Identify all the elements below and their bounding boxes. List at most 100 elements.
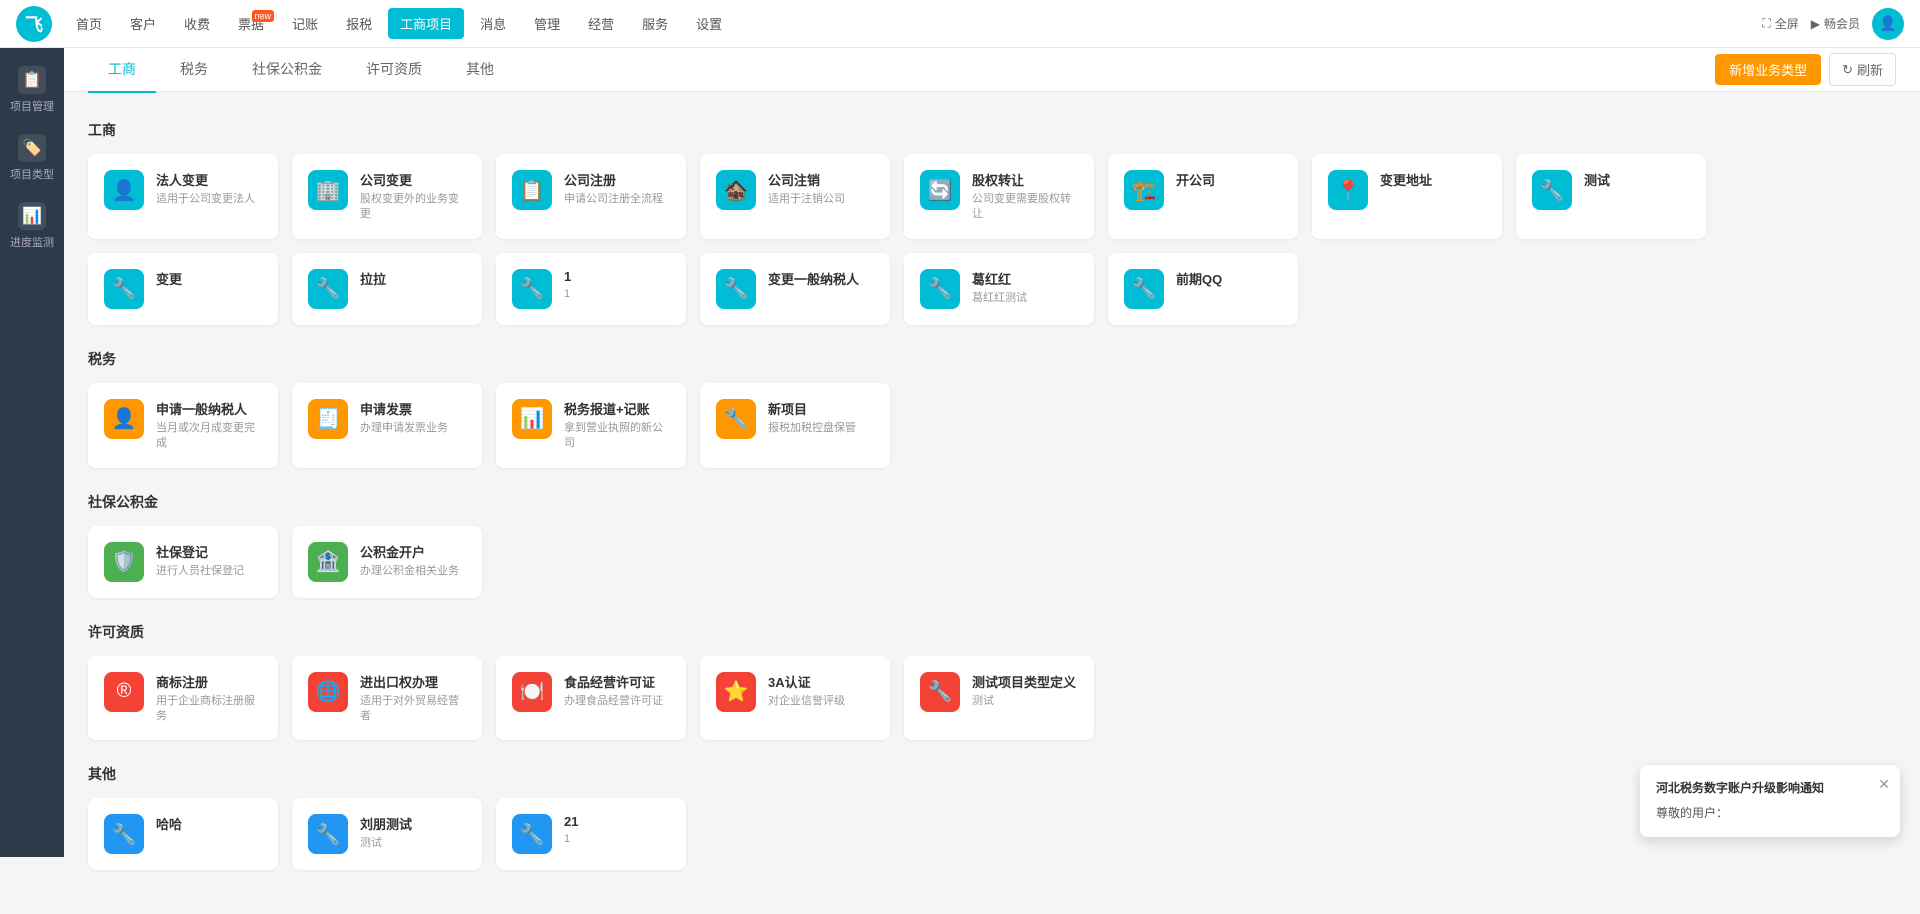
sidebar-item-progress-monitor[interactable]: 📊 进度监测 — [0, 192, 64, 260]
company-reg-icon: 📋 — [512, 170, 552, 210]
card-3a-cert[interactable]: ⭐ 3A认证 对企业信誉评级 — [700, 656, 890, 741]
card-change[interactable]: 🔧 变更 — [88, 253, 278, 325]
test-type-icon: 🔧 — [920, 672, 960, 712]
liupeng-test-icon: 🔧 — [308, 814, 348, 854]
refresh-button[interactable]: ↻ 刷新 — [1829, 53, 1896, 86]
nav-item-services[interactable]: 服务 — [630, 8, 680, 39]
sidebar: 📋 项目管理 🏷️ 项目类型 📊 进度监测 — [0, 48, 64, 857]
section-title-other: 其他 — [88, 764, 1896, 784]
project-mgmt-icon: 📋 — [18, 66, 46, 94]
card-change-address[interactable]: 📍 变更地址 — [1312, 154, 1502, 239]
card-social-ins[interactable]: 🛡️ 社保登记 进行人员社保登记 — [88, 526, 278, 598]
nav-items: 首页 客户 收费 票据 new 记账 报税 工商项目 消息 管理 经营 服务 设… — [64, 8, 1762, 39]
nav-item-clients[interactable]: 客户 — [118, 8, 168, 39]
nav-item-tax[interactable]: 报税 — [334, 8, 384, 39]
tab-actions: 新增业务类型 ↻ 刷新 — [1715, 53, 1896, 86]
notification-popup: ✕ 河北税务数字账户升级影响通知 尊敬的用户： — [1640, 765, 1900, 837]
food-license-icon: 🍽️ — [512, 672, 552, 712]
card-test-type[interactable]: 🔧 测试项目类型定义 测试 — [904, 656, 1094, 741]
card-haha[interactable]: 🔧 哈哈 — [88, 798, 278, 870]
3a-cert-icon: ⭐ — [716, 672, 756, 712]
tab-xuke[interactable]: 许可资质 — [346, 47, 442, 93]
social-ins-icon: 🛡️ — [104, 542, 144, 582]
nav-item-home[interactable]: 首页 — [64, 8, 114, 39]
nav-item-settings[interactable]: 设置 — [684, 8, 734, 39]
haha-icon: 🔧 — [104, 814, 144, 854]
card-import-export[interactable]: 🌐 进出口权办理 适用于对外贸易经营者 — [292, 656, 482, 741]
new-badge: new — [252, 10, 275, 22]
company-change-icon: 🏢 — [308, 170, 348, 210]
top-nav: 飞 首页 客户 收费 票据 new 记账 报税 工商项目 消息 管理 经营 服务… — [0, 0, 1920, 48]
test-icon: 🔧 — [1532, 170, 1572, 210]
member-icon: ▶ — [1811, 17, 1820, 31]
nav-item-management[interactable]: 管理 — [522, 8, 572, 39]
apply-taxpayer-icon: 👤 — [104, 399, 144, 439]
early-qq-icon: 🔧 — [1124, 269, 1164, 309]
nav-item-bizwork[interactable]: 工商项目 — [388, 8, 464, 39]
cards-shebao: 🛡️ 社保登记 进行人员社保登记 🏦 公积金开户 办理公积金相关业务 — [88, 526, 1896, 598]
card-apply-invoice[interactable]: 🧾 申请发票 办理申请发票业务 — [292, 383, 482, 468]
gehonghong-icon: 🔧 — [920, 269, 960, 309]
sub-tabs: 工商 税务 社保公积金 许可资质 其他 新增业务类型 ↻ 刷新 — [64, 48, 1920, 92]
refresh-icon: ↻ — [1842, 62, 1853, 78]
project-type-icon: 🏷️ — [18, 134, 46, 162]
app-logo[interactable]: 飞 — [16, 6, 52, 42]
progress-monitor-icon: 📊 — [18, 202, 46, 230]
company-cancel-icon: 🏚️ — [716, 170, 756, 210]
card-company-cancel[interactable]: 🏚️ 公司注销 适用于注销公司 — [700, 154, 890, 239]
member-button[interactable]: ▶ 畅会员 — [1811, 15, 1860, 32]
card-one[interactable]: 🔧 1 1 — [496, 253, 686, 325]
tab-shebao[interactable]: 社保公积金 — [232, 47, 342, 93]
card-liupeng-test[interactable]: 🔧 刘朋测试 测试 — [292, 798, 482, 870]
nav-item-messages[interactable]: 消息 — [468, 8, 518, 39]
change-address-icon: 📍 — [1328, 170, 1368, 210]
card-open-company[interactable]: 🏗️ 开公司 — [1108, 154, 1298, 239]
card-apply-taxpayer[interactable]: 👤 申请一般纳税人 当月或次月成变更完成 — [88, 383, 278, 468]
trademark-icon: ® — [104, 672, 144, 712]
twenty-one-icon: 🔧 — [512, 814, 552, 854]
sidebar-item-project-type[interactable]: 🏷️ 项目类型 — [0, 124, 64, 192]
cards-other: 🔧 哈哈 🔧 刘朋测试 测试 🔧 21 1 — [88, 798, 1896, 870]
tab-shuiwu[interactable]: 税务 — [160, 47, 228, 93]
nav-item-tickets[interactable]: 票据 new — [226, 8, 276, 39]
notification-content: 尊敬的用户： — [1656, 804, 1884, 823]
fullscreen-button[interactable]: ⛶ 全屏 — [1762, 15, 1798, 32]
fullscreen-icon: ⛶ — [1762, 16, 1770, 31]
new-project-icon: 🔧 — [716, 399, 756, 439]
import-export-icon: 🌐 — [308, 672, 348, 712]
one-icon: 🔧 — [512, 269, 552, 309]
apply-invoice-icon: 🧾 — [308, 399, 348, 439]
card-trademark[interactable]: ® 商标注册 用于企业商标注册服务 — [88, 656, 278, 741]
tab-gongshang[interactable]: 工商 — [88, 47, 156, 93]
card-lala[interactable]: 🔧 拉拉 — [292, 253, 482, 325]
card-gehonghong[interactable]: 🔧 葛红红 葛红红测试 — [904, 253, 1094, 325]
card-food-license[interactable]: 🍽️ 食品经营许可证 办理食品经营许可证 — [496, 656, 686, 741]
card-equity-transfer[interactable]: 🔄 股权转让 公司变更需要股权转让 — [904, 154, 1094, 239]
card-twenty-one[interactable]: 🔧 21 1 — [496, 798, 686, 870]
sidebar-item-project-mgmt[interactable]: 📋 项目管理 — [0, 56, 64, 124]
card-housing-fund[interactable]: 🏦 公积金开户 办理公积金相关业务 — [292, 526, 482, 598]
add-type-button[interactable]: 新增业务类型 — [1715, 54, 1821, 85]
change-icon: 🔧 — [104, 269, 144, 309]
legal-change-icon: 👤 — [104, 170, 144, 210]
card-test[interactable]: 🔧 测试 — [1516, 154, 1706, 239]
card-company-reg[interactable]: 📋 公司注册 申请公司注册全流程 — [496, 154, 686, 239]
card-company-change[interactable]: 🏢 公司变更 股权变更外的业务变更 — [292, 154, 482, 239]
card-change-taxpayer[interactable]: 🔧 变更一般纳税人 — [700, 253, 890, 325]
cards-shuiwu: 👤 申请一般纳税人 当月或次月成变更完成 🧾 申请发票 办理申请发票业务 📊 税… — [88, 383, 1896, 468]
nav-item-accounting[interactable]: 记账 — [280, 8, 330, 39]
tax-report-icon: 📊 — [512, 399, 552, 439]
lala-icon: 🔧 — [308, 269, 348, 309]
card-tax-report[interactable]: 📊 税务报道+记账 拿到营业执照的新公司 — [496, 383, 686, 468]
change-taxpayer-icon: 🔧 — [716, 269, 756, 309]
card-new-project[interactable]: 🔧 新项目 报税加税控盘保管 — [700, 383, 890, 468]
nav-item-billing[interactable]: 收费 — [172, 8, 222, 39]
notification-close[interactable]: ✕ — [1878, 773, 1890, 795]
user-avatar[interactable]: 👤 — [1872, 8, 1904, 40]
tab-other[interactable]: 其他 — [446, 47, 514, 93]
nav-right: ⛶ 全屏 ▶ 畅会员 👤 — [1762, 8, 1904, 40]
card-legal-change[interactable]: 👤 法人变更 适用于公司变更法人 — [88, 154, 278, 239]
card-early-qq[interactable]: 🔧 前期QQ — [1108, 253, 1298, 325]
cards-xuke: ® 商标注册 用于企业商标注册服务 🌐 进出口权办理 适用于对外贸易经营者 🍽️… — [88, 656, 1896, 741]
nav-item-operations[interactable]: 经营 — [576, 8, 626, 39]
